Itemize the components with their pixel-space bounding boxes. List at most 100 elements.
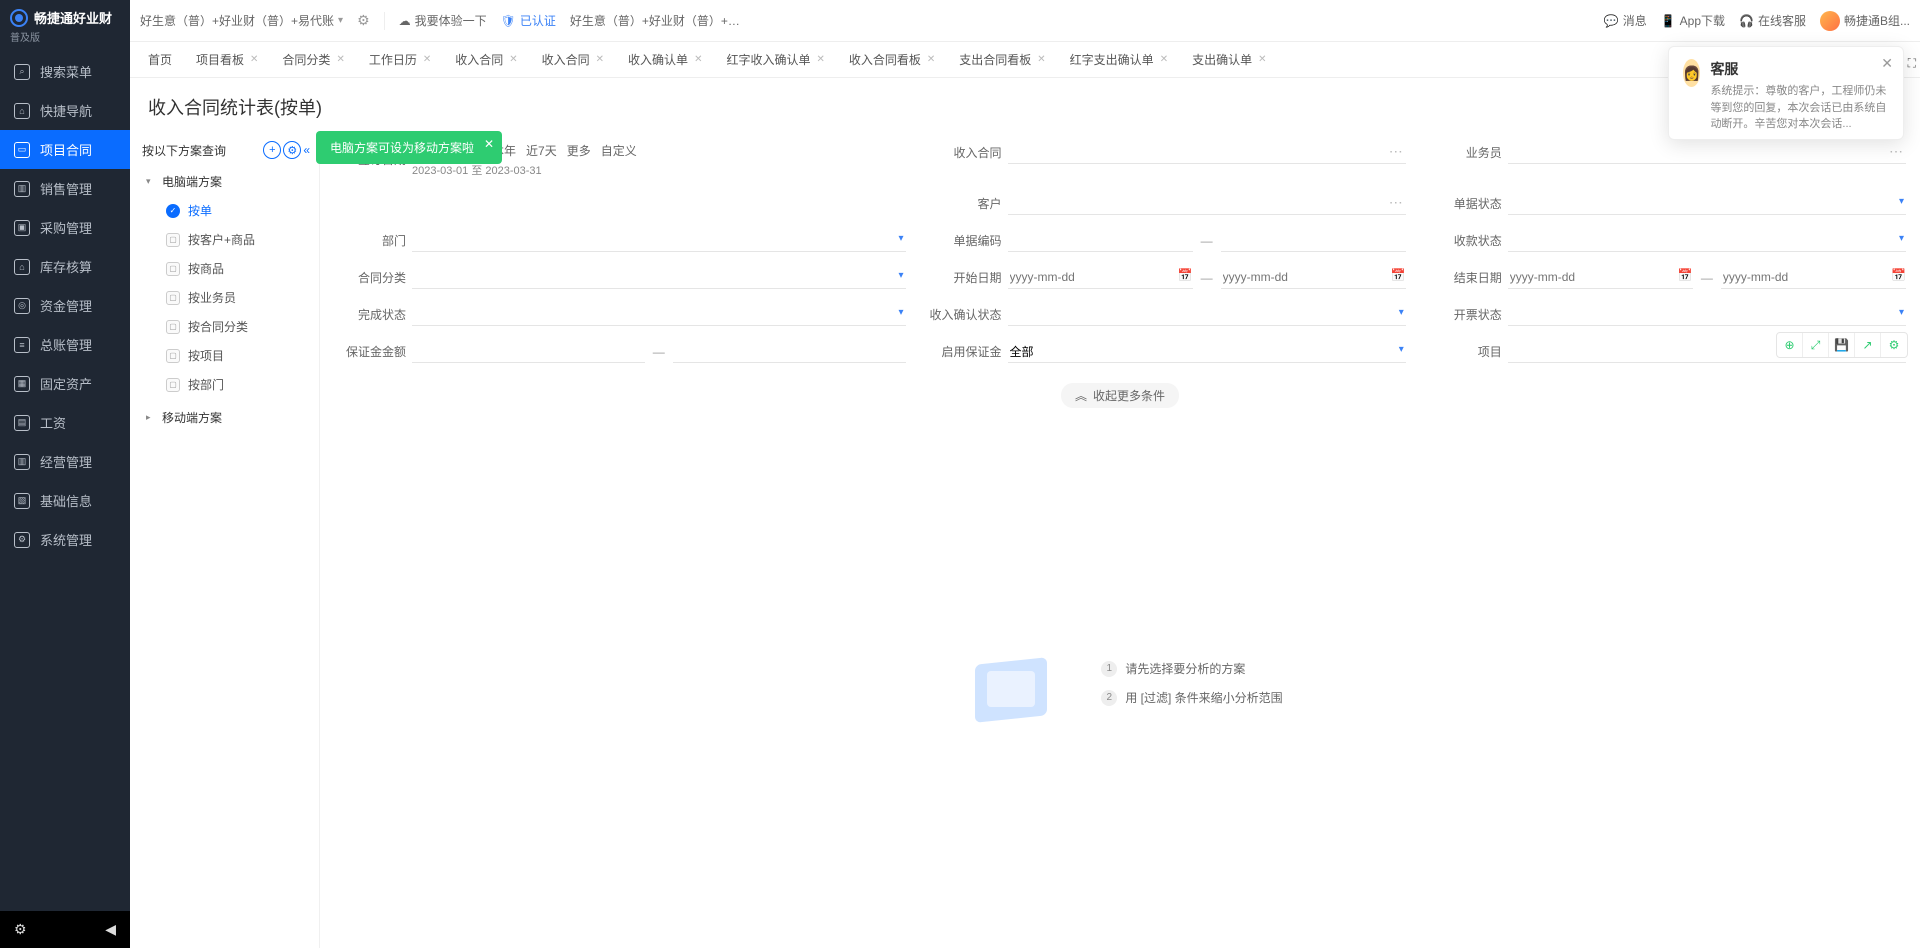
start-date-from-input[interactable] [1008, 266, 1193, 289]
settings-icon[interactable]: ⚙ [14, 921, 27, 938]
date-tab[interactable]: 近7天 [526, 142, 557, 159]
chevron-down-icon[interactable]: ▾ [898, 307, 903, 318]
customer-input[interactable] [1008, 192, 1406, 215]
nav-assets[interactable]: ▦固定资产 [0, 364, 130, 403]
nav-system[interactable]: ⚙系统管理 [0, 520, 130, 559]
calendar-icon[interactable]: 📅 [1178, 268, 1193, 282]
try-button[interactable]: ☁ 我要体验一下 [399, 12, 487, 29]
chevron-down-icon[interactable]: ▾ [1899, 196, 1904, 207]
tool-search-icon[interactable]: ⊕ [1777, 333, 1803, 357]
close-cs-icon[interactable]: ✕ [1881, 55, 1893, 72]
online-service-button[interactable]: 🎧在线客服 [1739, 12, 1806, 29]
tab[interactable]: 项目看板✕ [184, 42, 270, 77]
nav-quick[interactable]: ⌂快捷导航 [0, 91, 130, 130]
fullscreen-icon[interactable]: ⛶ [1908, 56, 1916, 71]
topbar-gear-icon[interactable]: ⚙ [357, 12, 370, 29]
collapse-sidebar-icon[interactable]: ◀ [105, 921, 116, 938]
tab-close-icon[interactable]: ✕ [509, 54, 517, 65]
tree-group[interactable]: ▸移动端方案 [142, 403, 313, 432]
lookup-icon[interactable]: ⋯ [1889, 143, 1904, 160]
chevron-down-icon[interactable]: ▾ [1899, 233, 1904, 244]
tab-close-icon[interactable]: ✕ [927, 54, 935, 65]
tool-save-icon[interactable]: 💾 [1829, 333, 1855, 357]
dept-select[interactable] [412, 229, 906, 252]
add-scheme-icon[interactable]: + [263, 141, 281, 159]
nav-salary[interactable]: ▤工资 [0, 403, 130, 442]
date-tab[interactable]: 自定义 [601, 142, 637, 159]
chevron-down-icon[interactable]: ▾ [898, 270, 903, 281]
nav-ledger[interactable]: ≡总账管理 [0, 325, 130, 364]
tab[interactable]: 红字支出确认单✕ [1058, 42, 1180, 77]
start-date-to-input[interactable] [1221, 266, 1406, 289]
contract-class-select[interactable] [412, 266, 906, 289]
tab-close-icon[interactable]: ✕ [423, 54, 431, 65]
tab[interactable]: 收入确认单✕ [616, 42, 714, 77]
tab[interactable]: 首页 [136, 42, 184, 77]
tool-gear-icon[interactable]: ⚙ [1881, 333, 1907, 357]
end-date-to-input[interactable] [1721, 266, 1906, 289]
tree-item[interactable]: ▢按项目 [142, 341, 313, 370]
calendar-icon[interactable]: 📅 [1391, 268, 1406, 282]
calendar-icon[interactable]: 📅 [1891, 268, 1906, 282]
nav-contract[interactable]: ▭项目合同 [0, 130, 130, 169]
nav-purchase[interactable]: ▣采购管理 [0, 208, 130, 247]
tab[interactable]: 红字收入确认单✕ [714, 42, 836, 77]
nav-inventory[interactable]: ⌂库存核算 [0, 247, 130, 286]
tab[interactable]: 支出确认单✕ [1180, 42, 1278, 77]
tab-close-icon[interactable]: ✕ [1258, 54, 1266, 65]
tree-item[interactable]: ▢按商品 [142, 254, 313, 283]
tab[interactable]: 收入合同✕ [530, 42, 616, 77]
deposit-to-input[interactable] [673, 340, 906, 363]
user-menu[interactable]: 畅捷通B组... [1820, 11, 1910, 31]
product-switch[interactable]: 好生意（普）+好业财（普）+易代账 ▾ [140, 12, 343, 29]
tree-item[interactable]: ▢按部门 [142, 370, 313, 399]
tree-item[interactable]: ▢按客户+商品 [142, 225, 313, 254]
chevron-down-icon[interactable]: ▾ [1399, 344, 1404, 355]
tool-expand-icon[interactable]: ⤢ [1803, 333, 1829, 357]
tab-close-icon[interactable]: ✕ [816, 54, 824, 65]
bill-status-select[interactable] [1508, 192, 1906, 215]
tab-close-icon[interactable]: ✕ [694, 54, 702, 65]
nav-operation[interactable]: ▥经营管理 [0, 442, 130, 481]
close-hint-icon[interactable]: ✕ [484, 137, 494, 151]
collapse-filters-button[interactable]: ︽ 收起更多条件 [1061, 383, 1179, 408]
collapse-panel-icon[interactable]: « [303, 143, 307, 157]
nav-sales[interactable]: ▥销售管理 [0, 169, 130, 208]
tab[interactable]: 支出合同看板✕ [947, 42, 1057, 77]
deposit-from-input[interactable] [412, 340, 645, 363]
tab[interactable]: 工作日历✕ [357, 42, 443, 77]
tree-item[interactable]: ▢按业务员 [142, 283, 313, 312]
complete-select[interactable] [412, 303, 906, 326]
scheme-settings-icon[interactable]: ⚙ [283, 141, 301, 159]
salesman-input[interactable] [1508, 141, 1906, 164]
invoice-select[interactable] [1508, 303, 1906, 326]
bill-no-from-input[interactable] [1008, 229, 1193, 252]
messages-button[interactable]: 💬消息 [1604, 12, 1647, 29]
lookup-icon[interactable]: ⋯ [1389, 143, 1404, 160]
chevron-down-icon[interactable]: ▾ [1899, 307, 1904, 318]
app-download-button[interactable]: 📱App下载 [1661, 12, 1725, 29]
tree-group[interactable]: ▾电脑端方案 [142, 167, 313, 196]
tab[interactable]: 收入合同看板✕ [837, 42, 947, 77]
date-tab[interactable]: 更多 [567, 142, 591, 159]
income-contract-input[interactable] [1008, 141, 1406, 164]
receipt-status-select[interactable] [1508, 229, 1906, 252]
calendar-icon[interactable]: 📅 [1678, 268, 1693, 282]
tab-close-icon[interactable]: ✕ [1037, 54, 1045, 65]
bill-no-to-input[interactable] [1221, 229, 1406, 252]
nav-funds[interactable]: ◎资金管理 [0, 286, 130, 325]
tab-close-icon[interactable]: ✕ [336, 54, 344, 65]
chevron-down-icon[interactable]: ▾ [1399, 307, 1404, 318]
tab[interactable]: 收入合同✕ [443, 42, 529, 77]
end-date-from-input[interactable] [1508, 266, 1693, 289]
tree-item[interactable]: ▢按合同分类 [142, 312, 313, 341]
lookup-icon[interactable]: ⋯ [1389, 194, 1404, 211]
tab[interactable]: 合同分类✕ [270, 42, 356, 77]
chevron-down-icon[interactable]: ▾ [898, 233, 903, 244]
tree-item[interactable]: ✓按单 [142, 196, 313, 225]
nav-search[interactable]: ⌕搜索菜单 [0, 52, 130, 91]
tab-close-icon[interactable]: ✕ [250, 54, 258, 65]
tool-export-icon[interactable]: ↗ [1855, 333, 1881, 357]
tab-close-icon[interactable]: ✕ [1160, 54, 1168, 65]
tab-close-icon[interactable]: ✕ [596, 54, 604, 65]
